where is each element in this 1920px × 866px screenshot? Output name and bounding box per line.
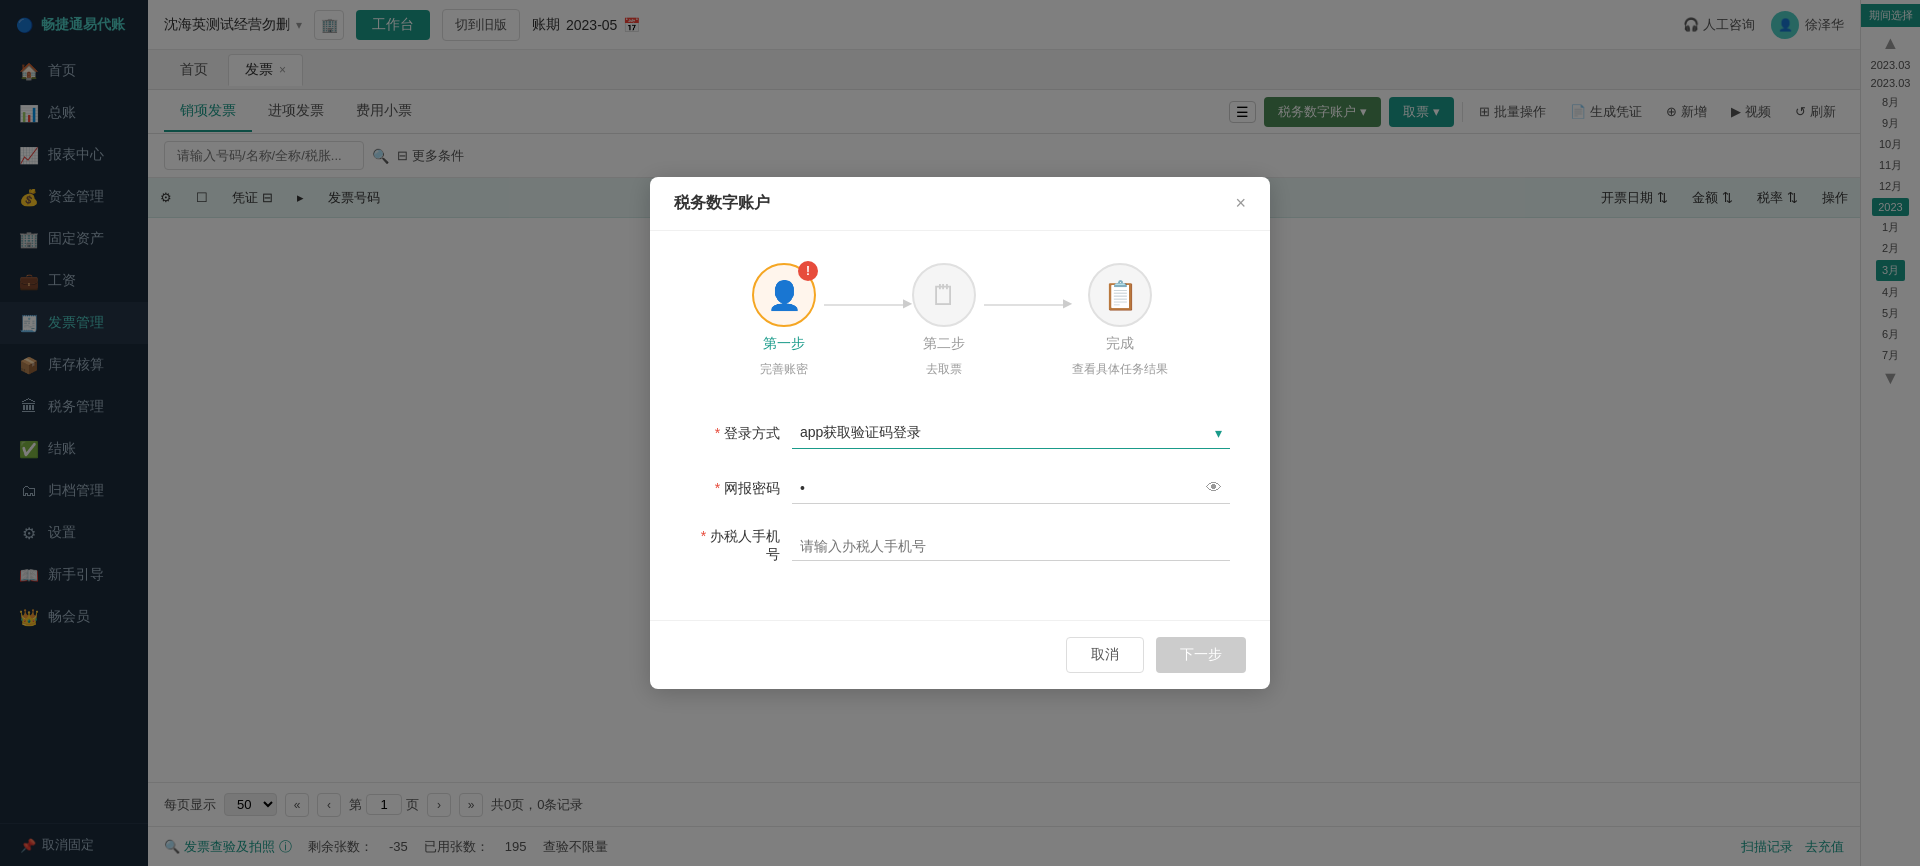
password-field-wrapper: 👁 xyxy=(792,473,1230,504)
modal-overlay: 税务数字账户 × 👤 ! 第一步 完善账密 xyxy=(0,0,1920,866)
required-star: * xyxy=(715,480,720,496)
modal-body: 👤 ! 第一步 完善账密 🗒 第二步 去取票 xyxy=(650,231,1270,620)
step-1-icon: 👤 ! xyxy=(752,263,816,327)
person-card-icon: 👤 xyxy=(767,279,802,312)
login-method-value: app获取验证码登录 xyxy=(800,424,921,442)
step-1-label: 第一步 xyxy=(763,335,805,353)
step-1: 👤 ! 第一步 完善账密 xyxy=(752,263,816,378)
password-label-text: 网报密码 xyxy=(724,480,780,496)
next-button[interactable]: 下一步 xyxy=(1156,637,1246,673)
step-2-label: 第二步 xyxy=(923,335,965,353)
step-3-icon: 📋 xyxy=(1088,263,1152,327)
document-icon: 🗒 xyxy=(930,279,958,312)
chevron-down-icon: ▾ xyxy=(1215,425,1222,441)
required-star: * xyxy=(701,528,706,544)
step-3-sublabel: 查看具体任务结果 xyxy=(1072,361,1168,378)
tax-digital-account-modal: 税务数字账户 × 👤 ! 第一步 完善账密 xyxy=(650,177,1270,689)
phone-row: * 办税人手机号 xyxy=(690,528,1230,564)
step-3: 📋 完成 查看具体任务结果 xyxy=(1072,263,1168,378)
step-2-sublabel: 去取票 xyxy=(926,361,962,378)
login-method-row: * 登录方式 app获取验证码登录 ▾ xyxy=(690,418,1230,449)
step-2: 🗒 第二步 去取票 xyxy=(912,263,976,378)
clipboard-icon: 📋 xyxy=(1103,279,1138,312)
phone-label-text: 办税人手机号 xyxy=(710,528,780,562)
required-star: * xyxy=(715,425,720,441)
password-label: * 网报密码 xyxy=(690,480,780,498)
modal-footer: 取消 下一步 xyxy=(650,620,1270,689)
modal-header: 税务数字账户 × xyxy=(650,177,1270,231)
steps: 👤 ! 第一步 完善账密 🗒 第二步 去取票 xyxy=(690,263,1230,378)
login-method-label-text: 登录方式 xyxy=(724,425,780,441)
login-method-select[interactable]: app获取验证码登录 ▾ xyxy=(792,418,1230,449)
modal-close-button[interactable]: × xyxy=(1235,193,1246,214)
modal-title: 税务数字账户 xyxy=(674,193,770,214)
step-2-icon: 🗒 xyxy=(912,263,976,327)
step-1-sublabel: 完善账密 xyxy=(760,361,808,378)
phone-field-wrapper xyxy=(792,532,1230,561)
step-arrow-1 xyxy=(824,304,904,306)
step-1-error-badge: ! xyxy=(798,261,818,281)
phone-label: * 办税人手机号 xyxy=(690,528,780,564)
phone-input[interactable] xyxy=(800,538,1222,554)
step-3-label: 完成 xyxy=(1106,335,1134,353)
password-row: * 网报密码 👁 xyxy=(690,473,1230,504)
password-input[interactable] xyxy=(800,480,1206,496)
step-arrow-2 xyxy=(984,304,1064,306)
login-method-label: * 登录方式 xyxy=(690,425,780,443)
eye-icon[interactable]: 👁 xyxy=(1206,479,1222,497)
cancel-button[interactable]: 取消 xyxy=(1066,637,1144,673)
